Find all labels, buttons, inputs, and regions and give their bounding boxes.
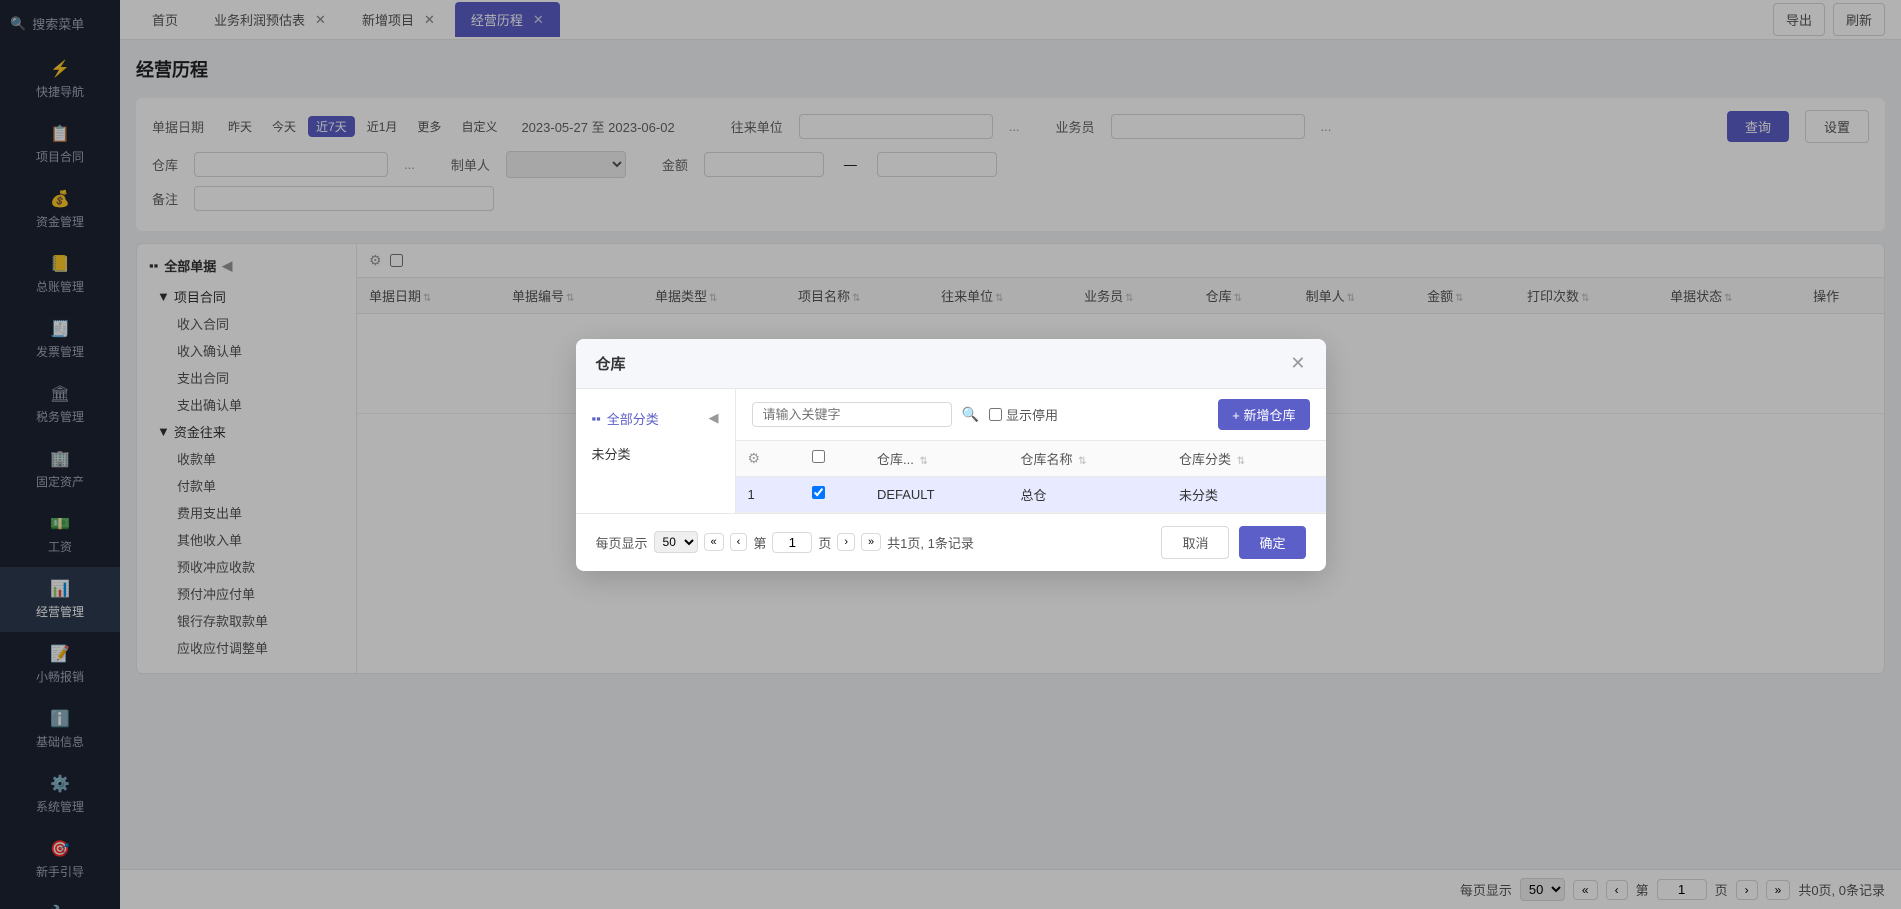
modal-all-label: 全部分类 bbox=[607, 409, 659, 428]
modal-prev-page-btn[interactable]: ‹ bbox=[730, 533, 748, 551]
modal-name-header: 仓库名称 bbox=[1021, 452, 1073, 467]
modal-category-header: 仓库分类 bbox=[1179, 452, 1231, 467]
modal-unclassified[interactable]: 未分类 bbox=[576, 436, 735, 471]
modal-all-category[interactable]: ▪▪ 全部分类 ◀ bbox=[576, 401, 735, 436]
add-warehouse-btn[interactable]: + 新增仓库 bbox=[1218, 399, 1309, 430]
modal-page-input[interactable] bbox=[772, 532, 812, 553]
modal-title: 仓库 bbox=[596, 353, 626, 374]
modal-table-row[interactable]: 1 DEFAULT 总仓 未分类 bbox=[736, 476, 1326, 512]
modal-unclassified-label: 未分类 bbox=[592, 447, 631, 462]
modal-action-buttons: 取消 确定 bbox=[1161, 526, 1305, 559]
modal-confirm-btn[interactable]: 确定 bbox=[1239, 526, 1305, 559]
modal-code-header: 仓库... bbox=[877, 452, 914, 467]
modal-category-panel: ▪▪ 全部分类 ◀ 未分类 bbox=[576, 389, 736, 513]
modal-last-page-btn[interactable]: » bbox=[861, 533, 881, 551]
modal-select-all[interactable] bbox=[812, 450, 825, 463]
warehouse-modal: 仓库 ✕ ▪▪ 全部分类 ◀ 未分类 🔍 显示停用 + 新增仓库 bbox=[576, 339, 1326, 571]
modal-col-code: 仓库... ⇅ bbox=[865, 441, 1009, 477]
show-disabled-text: 显示停用 bbox=[1006, 405, 1058, 424]
modal-page-word: 第 bbox=[753, 533, 766, 552]
row-category: 未分类 bbox=[1167, 476, 1326, 512]
modal-cancel-btn[interactable]: 取消 bbox=[1161, 526, 1229, 559]
modal-header: 仓库 ✕ bbox=[576, 339, 1326, 389]
row-name: 总仓 bbox=[1009, 476, 1167, 512]
modal-close-btn[interactable]: ✕ bbox=[1290, 353, 1305, 374]
grid-icon2: ▪▪ bbox=[592, 411, 601, 426]
modal-total-info: 共1页, 1条记录 bbox=[887, 533, 974, 552]
row-index: 1 bbox=[736, 476, 800, 512]
modal-gear-icon[interactable]: ⚙ bbox=[748, 450, 761, 466]
modal-warehouse-table: ⚙ 仓库... ⇅ 仓库名称 ⇅ bbox=[736, 441, 1326, 513]
modal-search-btn[interactable]: 🔍 bbox=[962, 406, 979, 423]
modal-col-name: 仓库名称 ⇅ bbox=[1009, 441, 1167, 477]
row-checkbox-cell bbox=[800, 476, 865, 512]
show-disabled-checkbox[interactable] bbox=[989, 408, 1002, 421]
modal-col-checkbox bbox=[800, 441, 865, 477]
modal-page-unit: 页 bbox=[818, 533, 831, 552]
modal-per-page-select[interactable]: 50 bbox=[654, 531, 698, 553]
row-code: DEFAULT bbox=[865, 476, 1009, 512]
modal-per-page-label: 每页显示 bbox=[596, 533, 648, 552]
modal-right-panel: 🔍 显示停用 + 新增仓库 ⚙ bbox=[736, 389, 1326, 513]
modal-search-input[interactable] bbox=[752, 402, 952, 427]
modal-footer: 每页显示 50 « ‹ 第 页 › » 共1页, 1条记录 取消 确定 bbox=[576, 513, 1326, 571]
modal-header-row: ⚙ 仓库... ⇅ 仓库名称 ⇅ bbox=[736, 441, 1326, 477]
modal-toolbar: 🔍 显示停用 + 新增仓库 bbox=[736, 389, 1326, 441]
modal-body: ▪▪ 全部分类 ◀ 未分类 🔍 显示停用 + 新增仓库 bbox=[576, 389, 1326, 513]
modal-pagination: 每页显示 50 « ‹ 第 页 › » 共1页, 1条记录 bbox=[596, 531, 974, 553]
modal-next-page-btn[interactable]: › bbox=[837, 533, 855, 551]
category-collapse-btn[interactable]: ◀ bbox=[709, 410, 719, 426]
row-select-checkbox[interactable] bbox=[812, 486, 825, 499]
modal-col-settings: ⚙ bbox=[736, 441, 800, 477]
show-disabled-label[interactable]: 显示停用 bbox=[989, 405, 1058, 424]
modal-table-area: ⚙ 仓库... ⇅ 仓库名称 ⇅ bbox=[736, 441, 1326, 513]
modal-col-category: 仓库分类 ⇅ bbox=[1167, 441, 1326, 477]
modal-first-page-btn[interactable]: « bbox=[704, 533, 724, 551]
